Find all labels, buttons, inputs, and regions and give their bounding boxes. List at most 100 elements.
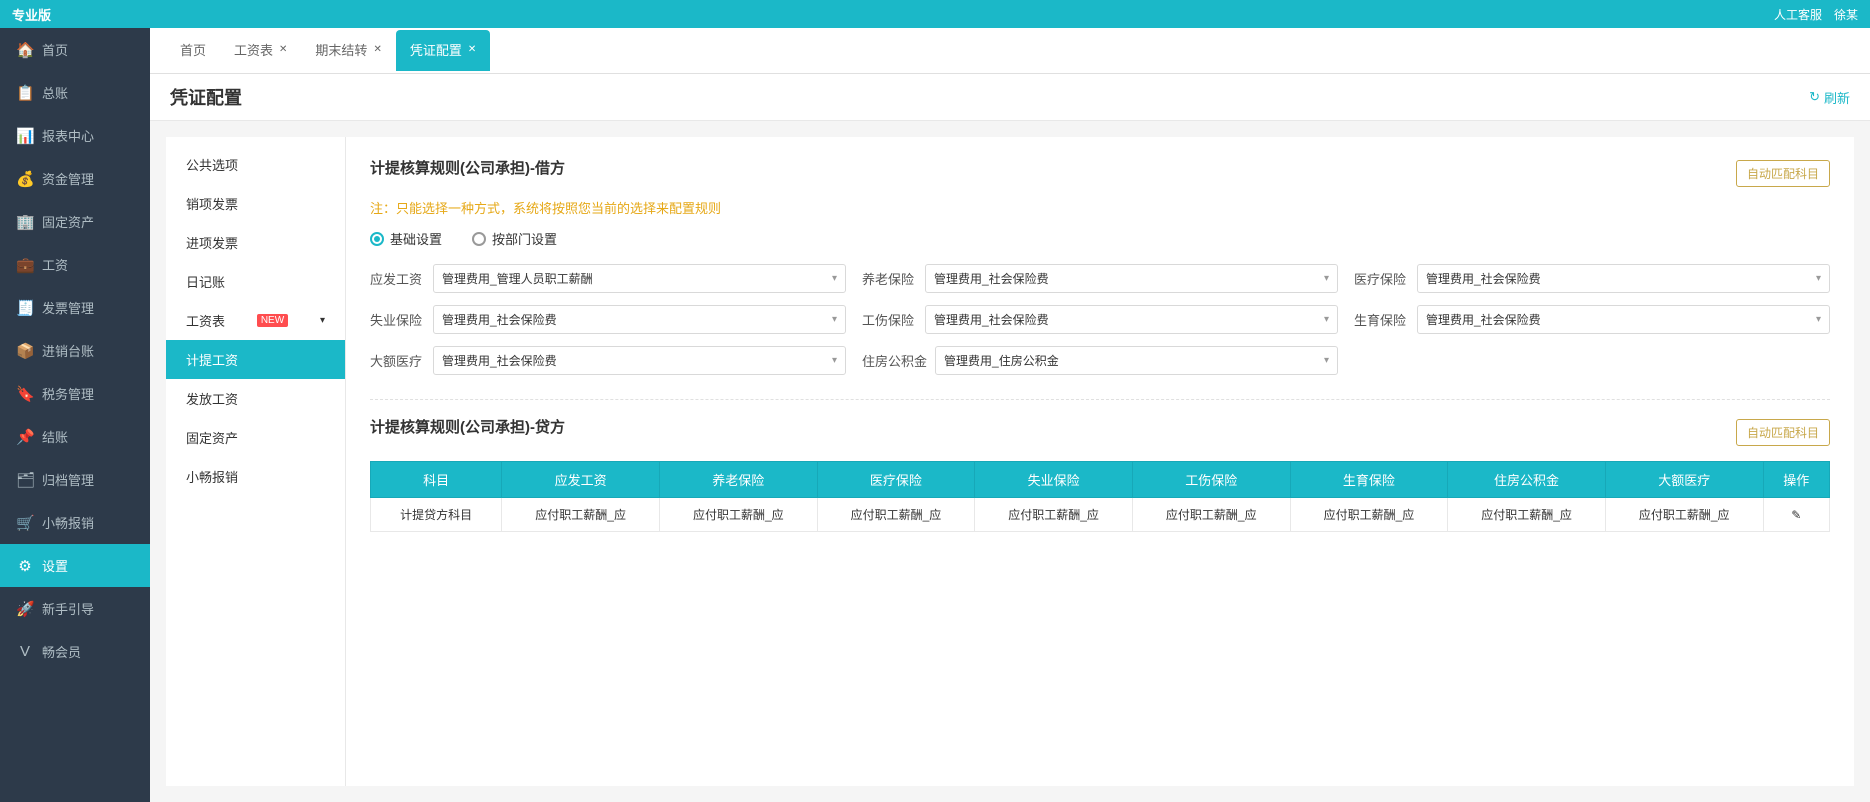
- tab-period-close[interactable]: 期末结转 ✕: [301, 30, 395, 71]
- main-content: 公共选项 销项发票 进项发票 日记账 工资表 NEW ▾ 计提工资: [150, 121, 1870, 802]
- left-nav-public-options[interactable]: 公共选项: [166, 145, 345, 184]
- sidebar-label-invoice: 发票管理: [42, 298, 134, 317]
- left-nav-distribute-payroll[interactable]: 发放工资: [166, 379, 345, 418]
- sidebar-item-purchase-sale[interactable]: 📦 进销台账: [0, 329, 150, 372]
- vip-icon: V: [16, 643, 34, 660]
- radio-basic-label: 基础设置: [390, 229, 442, 248]
- sidebar-item-tax-mgmt[interactable]: 🔖 税务管理: [0, 372, 150, 415]
- select-major-medical[interactable]: 管理费用_社会保险费 ▾: [433, 346, 846, 375]
- td-action[interactable]: ✎: [1763, 498, 1829, 532]
- sidebar-item-general-ledger[interactable]: 📋 总账: [0, 71, 150, 114]
- report-icon: 📊: [16, 127, 34, 145]
- th-action: 操作: [1763, 462, 1829, 498]
- select-medical-text: 管理费用_社会保险费: [1426, 270, 1541, 287]
- sidebar-item-report-center[interactable]: 📊 报表中心: [0, 114, 150, 157]
- tab-home[interactable]: 首页: [166, 30, 220, 71]
- archive-icon: 🗂: [16, 471, 34, 489]
- tab-payroll-close[interactable]: ✕: [279, 44, 287, 55]
- select-salary[interactable]: 管理费用_管理人员职工薪酬 ▾: [433, 264, 846, 293]
- sidebar-item-closing[interactable]: 📌 结账: [0, 415, 150, 458]
- select-unemployment[interactable]: 管理费用_社会保险费 ▾: [433, 305, 846, 334]
- tab-voucher-config[interactable]: 凭证配置 ✕: [396, 30, 490, 71]
- tab-payroll[interactable]: 工资表 ✕: [220, 30, 301, 71]
- tab-home-label: 首页: [180, 40, 206, 59]
- tax-icon: 🔖: [16, 385, 34, 403]
- sidebar-item-xcbx[interactable]: 🛒 小畅报销: [0, 501, 150, 544]
- form-row-injury: 工伤保险 管理费用_社会保险费 ▾: [862, 305, 1338, 334]
- assets-icon: 🏢: [16, 213, 34, 231]
- tab-voucher-config-close[interactable]: ✕: [468, 44, 476, 55]
- refresh-icon: ↻: [1809, 89, 1820, 105]
- select-injury-arrow: ▾: [1324, 314, 1329, 325]
- select-housing[interactable]: 管理费用_住房公积金 ▾: [935, 346, 1338, 375]
- sidebar-item-archive[interactable]: 🗂 归档管理: [0, 458, 150, 501]
- select-injury[interactable]: 管理费用_社会保险费 ▾: [925, 305, 1338, 334]
- select-major-medical-arrow: ▾: [832, 355, 837, 366]
- tab-period-close-close[interactable]: ✕: [373, 44, 381, 55]
- section1-title: 计提核算规则(公司承担)-借方: [370, 157, 565, 178]
- home-icon: 🏠: [16, 41, 34, 59]
- td-val-0: 应付职工薪酬_应: [502, 498, 660, 532]
- td-val-6: 应付职工薪酬_应: [1448, 498, 1606, 532]
- select-injury-text: 管理费用_社会保险费: [934, 311, 1049, 328]
- radio-dept[interactable]: 按部门设置: [472, 229, 557, 248]
- sidebar-item-fixed-assets[interactable]: 🏢 固定资产: [0, 200, 150, 243]
- section2-title: 计提核算规则(公司承担)-贷方: [370, 416, 565, 437]
- section-divider: [370, 399, 1830, 400]
- left-nav-payroll-table[interactable]: 工资表 NEW ▾: [166, 301, 345, 340]
- label-major-medical: 大额医疗: [370, 351, 425, 370]
- select-medical[interactable]: 管理费用_社会保险费 ▾: [1417, 264, 1830, 293]
- td-val-5: 应付职工薪酬_应: [1290, 498, 1448, 532]
- td-subject: 计提贷方科目: [371, 498, 502, 532]
- select-maternity[interactable]: 管理费用_社会保险费 ▾: [1417, 305, 1830, 334]
- top-bar: 专业版 人工客服 徐某: [0, 0, 1870, 28]
- sidebar-item-payroll[interactable]: 💼 工资: [0, 243, 150, 286]
- left-nav: 公共选项 销项发票 进项发票 日记账 工资表 NEW ▾ 计提工资: [166, 137, 346, 786]
- sidebar-item-guide[interactable]: 🚀 新手引导: [0, 587, 150, 630]
- credit-table: 科目 应发工资 养老保险 医疗保险 失业保险 工伤保险 生育保险 住房公积金 大…: [370, 461, 1830, 532]
- closing-icon: 📌: [16, 428, 34, 446]
- th-housing: 住房公积金: [1448, 462, 1606, 498]
- sidebar-label-report: 报表中心: [42, 126, 134, 145]
- select-salary-text: 管理费用_管理人员职工薪酬: [442, 270, 593, 287]
- select-pension-text: 管理费用_社会保险费: [934, 270, 1049, 287]
- left-nav-xcbx-sub[interactable]: 小畅报销: [166, 457, 345, 496]
- th-major-medical: 大额医疗: [1605, 462, 1763, 498]
- auto-match-debit-button[interactable]: 自动匹配科目: [1736, 160, 1830, 187]
- brand-label: 专业版: [12, 5, 51, 24]
- sidebar-label-assets: 固定资产: [42, 212, 134, 231]
- tab-bar: 首页 工资表 ✕ 期末结转 ✕ 凭证配置 ✕: [150, 28, 1870, 74]
- sidebar-item-vip[interactable]: V 畅会员: [0, 630, 150, 673]
- left-nav-input-invoice[interactable]: 进项发票: [166, 223, 345, 262]
- refresh-button[interactable]: ↻ 刷新: [1809, 88, 1850, 107]
- ledger-icon: 📋: [16, 84, 34, 102]
- sidebar-label-payroll: 工资: [42, 255, 134, 274]
- left-nav-fixed-assets-sub[interactable]: 固定资产: [166, 418, 345, 457]
- radio-basic[interactable]: 基础设置: [370, 229, 442, 248]
- edit-icon[interactable]: ✎: [1791, 508, 1801, 522]
- sidebar-item-settings[interactable]: ⚙ 设置: [0, 544, 150, 587]
- form-row-major-medical: 大额医疗 管理费用_社会保险费 ▾: [370, 346, 846, 375]
- select-pension[interactable]: 管理费用_社会保险费 ▾: [925, 264, 1338, 293]
- th-salary: 应发工资: [502, 462, 660, 498]
- form-row-medical: 医疗保险 管理费用_社会保险费 ▾: [1354, 264, 1830, 293]
- select-maternity-text: 管理费用_社会保险费: [1426, 311, 1541, 328]
- right-panel: 计提核算规则(公司承担)-借方 自动匹配科目 注：只能选择一种方式，系统将按照您…: [346, 137, 1854, 786]
- sidebar-item-invoice-mgmt[interactable]: 🧾 发票管理: [0, 286, 150, 329]
- radio-dept-dot: [472, 232, 486, 246]
- auto-match-credit-button[interactable]: 自动匹配科目: [1736, 419, 1830, 446]
- sidebar-item-home[interactable]: 🏠 首页: [0, 28, 150, 71]
- sidebar-item-fund-mgmt[interactable]: 💰 资金管理: [0, 157, 150, 200]
- sidebar-label-fund: 资金管理: [42, 169, 134, 188]
- td-val-3: 应付职工薪酬_应: [975, 498, 1133, 532]
- left-nav-accrual-payroll[interactable]: 计提工资: [166, 340, 345, 379]
- select-unemployment-arrow: ▾: [832, 314, 837, 325]
- left-nav-cancel-invoice[interactable]: 销项发票: [166, 184, 345, 223]
- left-nav-journal[interactable]: 日记账: [166, 262, 345, 301]
- customer-service-label[interactable]: 人工客服: [1774, 6, 1822, 23]
- select-major-medical-text: 管理费用_社会保险费: [442, 352, 557, 369]
- refresh-label: 刷新: [1824, 88, 1850, 107]
- sidebar-label-settings: 设置: [42, 556, 134, 575]
- page-title: 凭证配置: [170, 84, 242, 110]
- form-row-pension: 养老保险 管理费用_社会保险费 ▾: [862, 264, 1338, 293]
